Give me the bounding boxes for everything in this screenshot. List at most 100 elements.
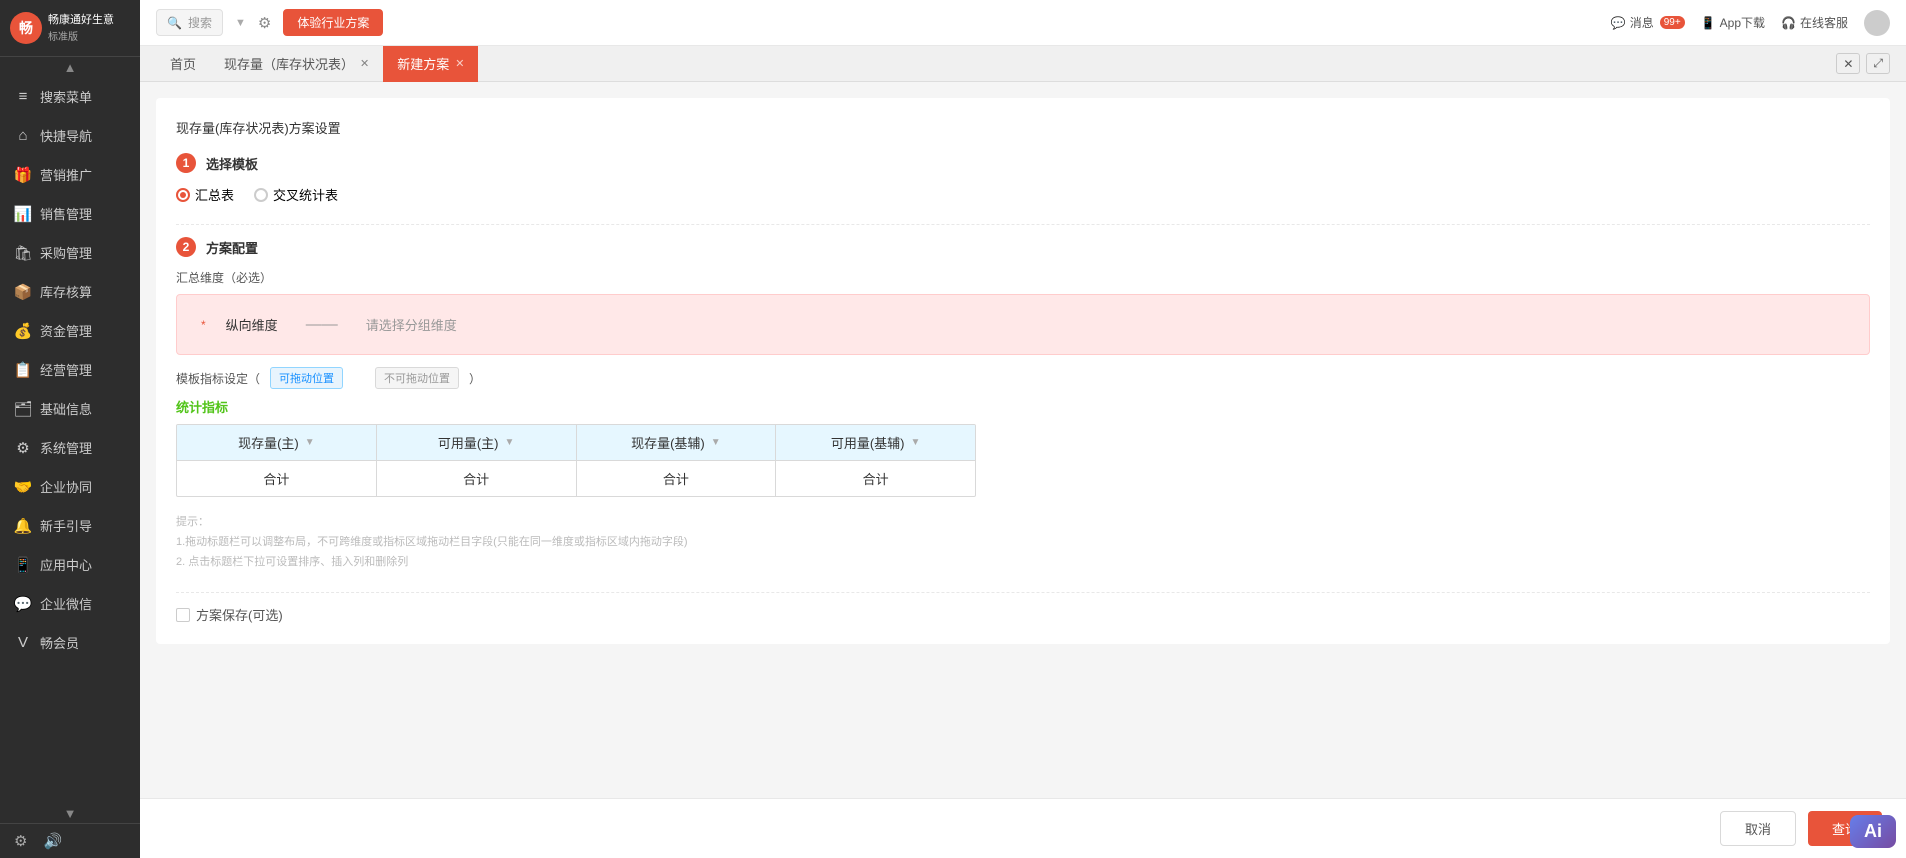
experience-button[interactable]: 体验行业方案 bbox=[283, 9, 383, 36]
dropdown-icon[interactable]: ▼ bbox=[235, 17, 246, 29]
tab-home-label: 首页 bbox=[170, 54, 196, 73]
message-item[interactable]: 💬 消息 99+ bbox=[1611, 14, 1685, 31]
stats-col-4-label: 可用量(基辅) bbox=[831, 433, 905, 452]
sidebar-item-label: 营销推广 bbox=[40, 165, 92, 184]
template-indicators: 模板指标设定（ 可拖动位置 不可拖动位置 ） bbox=[176, 367, 1870, 389]
tab-bar: 首页 现存量（库存状况表） ✕ 新建方案 ✕ ✕ ⤢ bbox=[140, 46, 1906, 82]
sidebar-item-quick-nav[interactable]: ⌂ 快捷导航 bbox=[0, 116, 140, 155]
sidebar-item-marketing[interactable]: 🎁 营销推广 bbox=[0, 155, 140, 194]
radio-cross-label: 交叉统计表 bbox=[273, 185, 338, 204]
sidebar-item-label: 快捷导航 bbox=[40, 126, 92, 145]
main-panel: 现存量(库存状况表)方案设置 1 选择模板 汇总表 交叉统计表 bbox=[156, 98, 1890, 644]
app-center-icon: 📱 bbox=[14, 556, 32, 574]
sidebar-item-basic[interactable]: 🗂 基础信息 bbox=[0, 389, 140, 428]
indicator-suffix: ） bbox=[469, 370, 481, 387]
search-box[interactable]: 🔍 搜索 bbox=[156, 9, 223, 36]
tab-expand-btn[interactable]: ⤢ bbox=[1866, 53, 1890, 74]
sidebar-item-label: 新手引导 bbox=[40, 516, 92, 535]
stats-col-1-chevron-icon[interactable]: ▼ bbox=[305, 437, 315, 448]
ai-badge[interactable]: Ai bbox=[1850, 815, 1896, 848]
tab-new-plan[interactable]: 新建方案 ✕ bbox=[383, 46, 478, 82]
sidebar-item-label: 系统管理 bbox=[40, 438, 92, 457]
stats-col-3-label: 现存量(基辅) bbox=[631, 433, 705, 452]
stats-col-2-header[interactable]: 可用量(主) ▼ bbox=[377, 425, 577, 460]
stats-col-1-header[interactable]: 现存量(主) ▼ bbox=[177, 425, 377, 460]
phone-icon: 📱 bbox=[1701, 16, 1716, 30]
app-download-item[interactable]: 📱 App下载 bbox=[1701, 14, 1765, 31]
tab-inventory-status[interactable]: 现存量（库存状况表） ✕ bbox=[210, 46, 383, 82]
sidebar-item-label: 经营管理 bbox=[40, 360, 92, 379]
footer: 取消 查询 bbox=[140, 798, 1906, 858]
step2-badge: 2 bbox=[176, 237, 196, 257]
stats-col-4-value: 合计 bbox=[776, 461, 975, 496]
stats-col-2-value: 合计 bbox=[377, 461, 577, 496]
sidebar-menu: ≡ 搜索菜单 ⌂ 快捷导航 🎁 营销推广 📊 销售管理 🛍 采购管理 📦 库存核… bbox=[0, 77, 140, 803]
logo-name: 畅康通好生意 bbox=[48, 13, 114, 28]
tip-2-text: 2. 点击标题栏下拉可设置排序、插入列和删除列 bbox=[176, 553, 408, 573]
required-mark: * bbox=[201, 318, 206, 332]
stats-col-2-chevron-icon[interactable]: ▼ bbox=[505, 437, 515, 448]
purchase-icon: 🛍 bbox=[14, 244, 32, 262]
sidebar-item-finance[interactable]: 💰 资金管理 bbox=[0, 311, 140, 350]
settings-icon[interactable]: ⚙ bbox=[14, 832, 27, 850]
sidebar-item-label: 企业协同 bbox=[40, 477, 92, 496]
sidebar-scroll-down[interactable]: ▼ bbox=[0, 803, 140, 823]
tab-close-btn[interactable]: ✕ bbox=[1836, 53, 1860, 74]
stats-col-1-label: 现存量(主) bbox=[238, 433, 299, 452]
radio-summary[interactable]: 汇总表 bbox=[176, 185, 234, 204]
sidebar-item-company[interactable]: 🤝 企业协同 bbox=[0, 467, 140, 506]
radio-cross[interactable]: 交叉统计表 bbox=[254, 185, 338, 204]
tabs-controls: ✕ ⤢ bbox=[1836, 53, 1890, 74]
cancel-button[interactable]: 取消 bbox=[1720, 811, 1796, 846]
step1-header: 1 选择模板 bbox=[176, 153, 1870, 173]
sidebar-item-label: 企业微信 bbox=[40, 594, 92, 613]
basic-icon: 🗂 bbox=[14, 400, 32, 418]
company-icon: 🤝 bbox=[14, 478, 32, 496]
tab-home[interactable]: 首页 bbox=[156, 46, 210, 82]
sidebar-item-inventory[interactable]: 📦 库存核算 bbox=[0, 272, 140, 311]
operation-icon: 📋 bbox=[14, 361, 32, 379]
user-avatar[interactable] bbox=[1864, 10, 1890, 36]
page-title: 现存量(库存状况表)方案设置 bbox=[176, 118, 1870, 137]
save-checkbox[interactable]: 方案保存(可选) bbox=[176, 605, 1870, 624]
headset-icon: 🎧 bbox=[1781, 16, 1796, 30]
sidebar-item-wechat[interactable]: 💬 企业微信 bbox=[0, 584, 140, 623]
vip-icon: V bbox=[14, 634, 32, 652]
sidebar-item-operation[interactable]: 📋 经营管理 bbox=[0, 350, 140, 389]
sidebar-item-label: 应用中心 bbox=[40, 555, 92, 574]
logo-sub: 标准版 bbox=[48, 28, 114, 43]
sidebar-item-sales[interactable]: 📊 销售管理 bbox=[0, 194, 140, 233]
dimension-field-label: 纵向维度 bbox=[226, 315, 278, 334]
radio-summary-dot bbox=[176, 188, 190, 202]
gear-icon[interactable]: ⚙ bbox=[258, 14, 271, 32]
stats-col-3-value: 合计 bbox=[577, 461, 777, 496]
save-checkbox-box[interactable] bbox=[176, 608, 190, 622]
dimension-box[interactable]: * 纵向维度 —— 请选择分组维度 bbox=[176, 294, 1870, 355]
sidebar-item-system[interactable]: ⚙ 系统管理 bbox=[0, 428, 140, 467]
dimension-placeholder[interactable]: 请选择分组维度 bbox=[366, 315, 457, 334]
divider2 bbox=[176, 592, 1870, 593]
step1-section: 1 选择模板 汇总表 交叉统计表 bbox=[176, 153, 1870, 204]
sound-icon[interactable]: 🔊 bbox=[43, 832, 62, 850]
search-icon: 🔍 bbox=[167, 16, 182, 30]
stats-col-1-value: 合计 bbox=[177, 461, 377, 496]
sidebar-item-app-center[interactable]: 📱 应用中心 bbox=[0, 545, 140, 584]
tab-inventory-close-icon[interactable]: ✕ bbox=[360, 57, 369, 70]
sidebar-item-newbie[interactable]: 🔔 新手引导 bbox=[0, 506, 140, 545]
sidebar-scroll-up[interactable]: ▲ bbox=[0, 57, 140, 77]
sidebar-item-purchase[interactable]: 🛍 采购管理 bbox=[0, 233, 140, 272]
sidebar-item-vip[interactable]: V 畅会员 bbox=[0, 623, 140, 662]
online-service-item[interactable]: 🎧 在线客服 bbox=[1781, 14, 1848, 31]
stats-col-4-header[interactable]: 可用量(基辅) ▼ bbox=[776, 425, 975, 460]
sidebar-item-search-menu[interactable]: ≡ 搜索菜单 bbox=[0, 77, 140, 116]
tab-new-plan-close-icon[interactable]: ✕ bbox=[455, 57, 464, 70]
stats-col-3-header[interactable]: 现存量(基辅) ▼ bbox=[577, 425, 777, 460]
logo-icon: 畅 bbox=[10, 12, 42, 44]
step2-header: 2 方案配置 bbox=[176, 237, 1870, 257]
tips-title: 提示： bbox=[176, 513, 1870, 533]
stats-col-3-chevron-icon[interactable]: ▼ bbox=[711, 437, 721, 448]
newbie-icon: 🔔 bbox=[14, 517, 32, 535]
step2-section: 2 方案配置 汇总维度（必选） * 纵向维度 —— 请选择分组维度 模板指标设定… bbox=[176, 237, 1870, 572]
sidebar-item-label: 采购管理 bbox=[40, 243, 92, 262]
stats-col-4-chevron-icon[interactable]: ▼ bbox=[911, 437, 921, 448]
